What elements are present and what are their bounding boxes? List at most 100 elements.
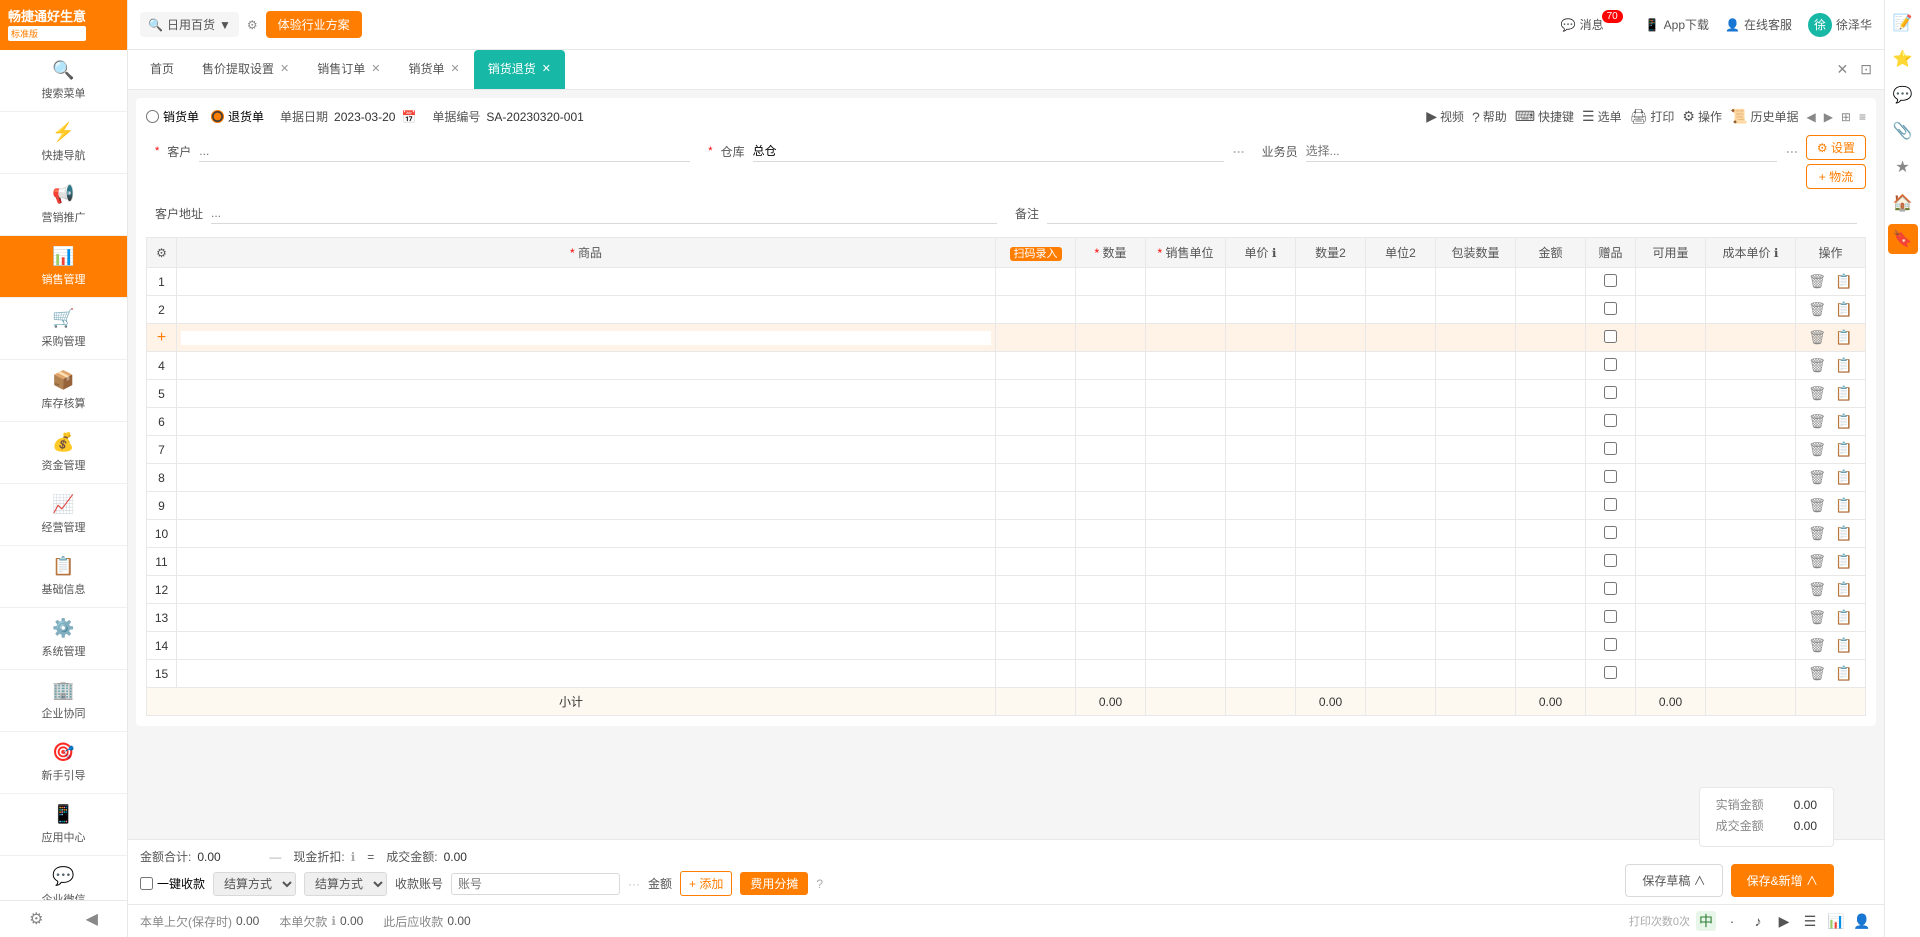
row-gift-11[interactable] [1586, 548, 1636, 576]
row-unit2-5[interactable] [1366, 380, 1436, 408]
row-unit2-15[interactable] [1366, 660, 1436, 688]
row-product-6[interactable] [177, 408, 996, 436]
row-available-10[interactable] [1636, 520, 1706, 548]
delete-btn-15[interactable]: 🗑 [1805, 664, 1829, 683]
gift-checkbox-10[interactable] [1604, 526, 1617, 539]
fee-split-button[interactable]: 费用分摊 [740, 872, 808, 895]
tool-list[interactable]: ☰ [1800, 911, 1820, 931]
row-qty2-5[interactable] [1296, 380, 1366, 408]
row-product-1[interactable] [177, 268, 996, 296]
row-available-5[interactable] [1636, 380, 1706, 408]
row-gift-10[interactable] [1586, 520, 1636, 548]
row-pack-12[interactable] [1436, 576, 1516, 604]
delete-btn-3[interactable]: 🗑 [1805, 328, 1829, 347]
right-sidebar-home[interactable]: 🏠 [1888, 188, 1918, 218]
row-available-8[interactable] [1636, 464, 1706, 492]
row-pack-7[interactable] [1436, 436, 1516, 464]
row-unit-13[interactable] [1146, 604, 1226, 632]
tool-dot[interactable]: · [1722, 911, 1742, 931]
sidebar-item-wechat[interactable]: 💬 企业微信 [0, 856, 127, 900]
tab-sales-order[interactable]: 销售订单 ✕ [303, 50, 394, 89]
product-input-14[interactable] [181, 639, 991, 653]
row-pack-15[interactable] [1436, 660, 1516, 688]
right-sidebar-bookmark[interactable]: 🔖 [1888, 224, 1918, 254]
address-input[interactable] [211, 202, 997, 224]
row-qty-10[interactable] [1076, 520, 1146, 548]
sidebar-collapse-btn[interactable]: ◀ [86, 909, 98, 929]
row-unit2-1[interactable] [1366, 268, 1436, 296]
one-click-receive[interactable]: 一键收款 [140, 875, 205, 892]
row-pack-4[interactable] [1436, 352, 1516, 380]
gift-checkbox-1[interactable] [1604, 274, 1617, 287]
row-unit2-9[interactable] [1366, 492, 1436, 520]
product-input-10[interactable] [181, 527, 991, 541]
row-cost-12[interactable] [1706, 576, 1796, 604]
row-unit2-11[interactable] [1366, 548, 1436, 576]
row-unit-9[interactable] [1146, 492, 1226, 520]
row-unit-4[interactable] [1146, 352, 1226, 380]
row-amount-2[interactable] [1516, 296, 1586, 324]
row-amount-14[interactable] [1516, 632, 1586, 660]
row-qty2-8[interactable] [1296, 464, 1366, 492]
copy-btn-1[interactable]: 📋 [1832, 272, 1855, 291]
copy-btn-10[interactable]: 📋 [1832, 524, 1855, 543]
row-qty-12[interactable] [1076, 576, 1146, 604]
copy-btn-2[interactable]: 📋 [1832, 300, 1855, 319]
row-pack-8[interactable] [1436, 464, 1516, 492]
copy-btn-14[interactable]: 📋 [1832, 636, 1855, 655]
delete-btn-5[interactable]: 🗑 [1805, 384, 1829, 403]
row-amount-9[interactable] [1516, 492, 1586, 520]
product-input-8[interactable] [181, 471, 991, 485]
row-price-6[interactable] [1226, 408, 1296, 436]
copy-btn-7[interactable]: 📋 [1832, 440, 1855, 459]
topbar-search[interactable]: 🔍 日用百货 ▼ [140, 12, 239, 37]
row-cost-13[interactable] [1706, 604, 1796, 632]
action-select[interactable]: ☰选单 [1582, 108, 1622, 125]
account-input[interactable] [451, 873, 620, 895]
add-button[interactable]: + 添加 [680, 871, 732, 896]
row-amount-12[interactable] [1516, 576, 1586, 604]
row-qty-2[interactable] [1076, 296, 1146, 324]
row-pack-10[interactable] [1436, 520, 1516, 548]
sidebar-item-guide[interactable]: 🎯 新手引导 [0, 732, 127, 794]
tab-sales-return[interactable]: 销货退货 ✕ [474, 50, 565, 89]
nav-prev[interactable]: ◀ [1806, 110, 1815, 124]
row-product-4[interactable] [177, 352, 996, 380]
row-qty-8[interactable] [1076, 464, 1146, 492]
row-unit-3[interactable] [1146, 324, 1226, 352]
row-price-1[interactable] [1226, 268, 1296, 296]
gift-checkbox-7[interactable] [1604, 442, 1617, 455]
gift-checkbox-3[interactable] [1604, 330, 1617, 343]
row-gift-6[interactable] [1586, 408, 1636, 436]
row-pack-6[interactable] [1436, 408, 1516, 436]
customer-input[interactable] [199, 140, 690, 162]
row-gift-12[interactable] [1586, 576, 1636, 604]
row-qty2-1[interactable] [1296, 268, 1366, 296]
product-input-6[interactable] [181, 415, 991, 429]
row-price-10[interactable] [1226, 520, 1296, 548]
row-available-3[interactable] [1636, 324, 1706, 352]
sidebar-item-basic[interactable]: 📋 基础信息 [0, 546, 127, 608]
row-pack-13[interactable] [1436, 604, 1516, 632]
product-input-11[interactable] [181, 555, 991, 569]
product-input-3[interactable] [181, 331, 991, 345]
row-available-6[interactable] [1636, 408, 1706, 436]
tool-music[interactable]: ♪ [1748, 911, 1768, 931]
row-qty-7[interactable] [1076, 436, 1146, 464]
row-unit-2[interactable] [1146, 296, 1226, 324]
right-sidebar-fav[interactable]: ★ [1888, 152, 1918, 182]
row-available-7[interactable] [1636, 436, 1706, 464]
copy-btn-12[interactable]: 📋 [1832, 580, 1855, 599]
row-unit-10[interactable] [1146, 520, 1226, 548]
row-unit2-10[interactable] [1366, 520, 1436, 548]
sidebar-item-sales[interactable]: 📊 销售管理 [0, 236, 127, 298]
row-gift-14[interactable] [1586, 632, 1636, 660]
row-price-7[interactable] [1226, 436, 1296, 464]
row-unit-11[interactable] [1146, 548, 1226, 576]
row-gift-7[interactable] [1586, 436, 1636, 464]
row-qty2-9[interactable] [1296, 492, 1366, 520]
row-gift-4[interactable] [1586, 352, 1636, 380]
copy-btn-9[interactable]: 📋 [1832, 496, 1855, 515]
radio-sales[interactable]: 销货单 [146, 108, 199, 125]
copy-btn-15[interactable]: 📋 [1832, 664, 1855, 683]
